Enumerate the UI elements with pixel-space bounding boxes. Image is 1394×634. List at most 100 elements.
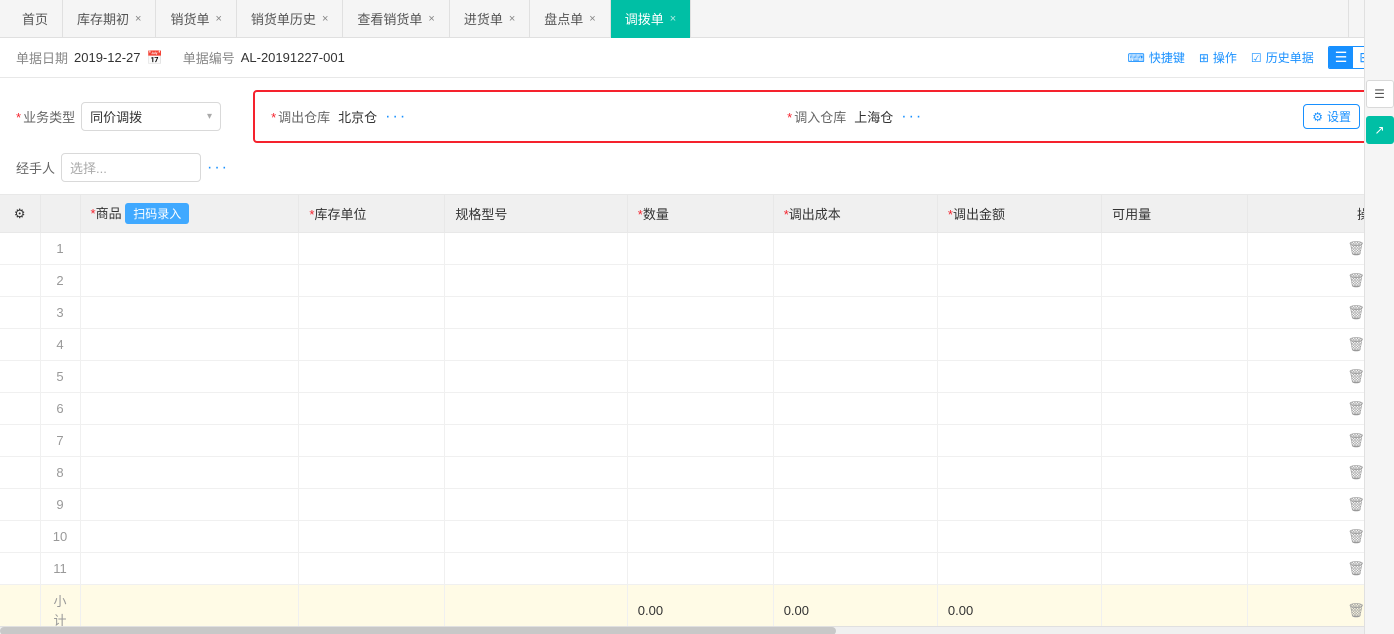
row-spec-cell[interactable] <box>445 233 627 265</box>
row-amount-cell[interactable] <box>937 361 1101 393</box>
operation-button[interactable]: ⊞ 操作 <box>1199 49 1237 66</box>
tab-transfer[interactable]: 调拨单 × <box>611 0 691 38</box>
row-qty-cell[interactable] <box>627 329 773 361</box>
row-qty-cell[interactable] <box>627 521 773 553</box>
handler-select[interactable]: 选择... <box>61 153 201 182</box>
row-amount-cell[interactable] <box>937 489 1101 521</box>
row-cost-cell[interactable] <box>773 361 937 393</box>
row-amount-cell[interactable] <box>937 297 1101 329</box>
row-cost-cell[interactable] <box>773 489 937 521</box>
row-product-cell[interactable] <box>80 553 299 585</box>
shortcut-button[interactable]: ⌨ 快捷键 <box>1128 49 1185 66</box>
row-amount-cell[interactable] <box>937 233 1101 265</box>
right-panel-export-button[interactable]: ↗ <box>1366 116 1394 144</box>
row-cost-cell[interactable] <box>773 393 937 425</box>
delete-row-icon[interactable]: 🗑 <box>1347 368 1365 385</box>
row-product-cell[interactable] <box>80 265 299 297</box>
row-unit-cell[interactable] <box>299 297 445 329</box>
calendar-icon[interactable]: 📅 <box>147 50 163 66</box>
history-button[interactable]: ☑ 历史单据 <box>1251 49 1314 66</box>
row-cost-cell[interactable] <box>773 265 937 297</box>
out-warehouse-more-button[interactable]: ··· <box>385 108 407 126</box>
row-product-cell[interactable] <box>80 457 299 489</box>
tab-purchase-order[interactable]: 进货单 × <box>450 0 530 38</box>
business-type-select[interactable]: 同价调拨 ▾ <box>81 102 221 131</box>
row-unit-cell[interactable] <box>299 393 445 425</box>
row-qty-cell[interactable] <box>627 393 773 425</box>
delete-row-icon[interactable]: 🗑 <box>1347 432 1365 449</box>
tab-stocktake[interactable]: 盘点单 × <box>530 0 610 38</box>
tab-inventory-init-close[interactable]: × <box>135 13 141 25</box>
row-cost-cell[interactable] <box>773 297 937 329</box>
in-warehouse-more-button[interactable]: ··· <box>901 108 923 126</box>
row-qty-cell[interactable] <box>627 233 773 265</box>
row-spec-cell[interactable] <box>445 553 627 585</box>
row-unit-cell[interactable] <box>299 425 445 457</box>
tab-sales-history-close[interactable]: × <box>322 13 328 25</box>
row-product-cell[interactable] <box>80 425 299 457</box>
row-product-cell[interactable] <box>80 233 299 265</box>
row-product-cell[interactable] <box>80 329 299 361</box>
row-qty-cell[interactable] <box>627 297 773 329</box>
delete-row-icon[interactable]: 🗑 <box>1347 560 1365 577</box>
row-amount-cell[interactable] <box>937 457 1101 489</box>
scroll-bar[interactable] <box>0 626 1394 634</box>
row-unit-cell[interactable] <box>299 265 445 297</box>
row-amount-cell[interactable] <box>937 393 1101 425</box>
row-unit-cell[interactable] <box>299 489 445 521</box>
row-amount-cell[interactable] <box>937 553 1101 585</box>
row-qty-cell[interactable] <box>627 425 773 457</box>
row-cost-cell[interactable] <box>773 425 937 457</box>
tab-sales-history[interactable]: 销货单历史 × <box>237 0 343 38</box>
row-qty-cell[interactable] <box>627 489 773 521</box>
row-product-cell[interactable] <box>80 361 299 393</box>
row-qty-cell[interactable] <box>627 553 773 585</box>
row-spec-cell[interactable] <box>445 489 627 521</box>
list-view-button[interactable]: ☰ <box>1329 47 1354 68</box>
row-product-cell[interactable] <box>80 521 299 553</box>
row-unit-cell[interactable] <box>299 553 445 585</box>
row-cost-cell[interactable] <box>773 457 937 489</box>
delete-row-icon[interactable]: 🗑 <box>1347 304 1365 321</box>
row-cost-cell[interactable] <box>773 329 937 361</box>
row-amount-cell[interactable] <box>937 329 1101 361</box>
tab-sales-order-close[interactable]: × <box>215 13 221 25</box>
delete-row-icon[interactable]: 🗑 <box>1347 240 1365 257</box>
row-spec-cell[interactable] <box>445 425 627 457</box>
row-spec-cell[interactable] <box>445 457 627 489</box>
delete-row-icon[interactable]: 🗑 <box>1347 272 1365 289</box>
delete-row-icon[interactable]: 🗑 <box>1347 496 1365 513</box>
row-spec-cell[interactable] <box>445 361 627 393</box>
tab-purchase-order-close[interactable]: × <box>509 13 515 25</box>
col-settings-header[interactable]: ⚙ <box>0 195 40 233</box>
row-amount-cell[interactable] <box>937 521 1101 553</box>
subtotal-delete-icon[interactable]: 🗑 <box>1347 602 1365 619</box>
delete-row-icon[interactable]: 🗑 <box>1347 464 1365 481</box>
row-amount-cell[interactable] <box>937 425 1101 457</box>
row-unit-cell[interactable] <box>299 233 445 265</box>
right-panel-notes-button[interactable]: ☰ <box>1366 80 1394 108</box>
row-product-cell[interactable] <box>80 297 299 329</box>
row-spec-cell[interactable] <box>445 393 627 425</box>
handler-more-button[interactable]: ··· <box>207 159 229 177</box>
row-unit-cell[interactable] <box>299 521 445 553</box>
delete-row-icon[interactable]: 🗑 <box>1347 528 1365 545</box>
tab-sales-order[interactable]: 销货单 × <box>156 0 236 38</box>
delete-row-icon[interactable]: 🗑 <box>1347 336 1365 353</box>
row-cost-cell[interactable] <box>773 521 937 553</box>
row-unit-cell[interactable] <box>299 457 445 489</box>
settings-button[interactable]: ⚙ 设置 <box>1303 104 1360 129</box>
row-qty-cell[interactable] <box>627 265 773 297</box>
row-unit-cell[interactable] <box>299 329 445 361</box>
row-cost-cell[interactable] <box>773 553 937 585</box>
row-product-cell[interactable] <box>80 393 299 425</box>
tab-stocktake-close[interactable]: × <box>589 13 595 25</box>
row-spec-cell[interactable] <box>445 521 627 553</box>
row-cost-cell[interactable] <box>773 233 937 265</box>
row-unit-cell[interactable] <box>299 361 445 393</box>
row-spec-cell[interactable] <box>445 265 627 297</box>
scan-button[interactable]: 扫码录入 <box>125 203 189 224</box>
row-product-cell[interactable] <box>80 489 299 521</box>
tab-view-sales-close[interactable]: × <box>428 13 434 25</box>
row-qty-cell[interactable] <box>627 361 773 393</box>
